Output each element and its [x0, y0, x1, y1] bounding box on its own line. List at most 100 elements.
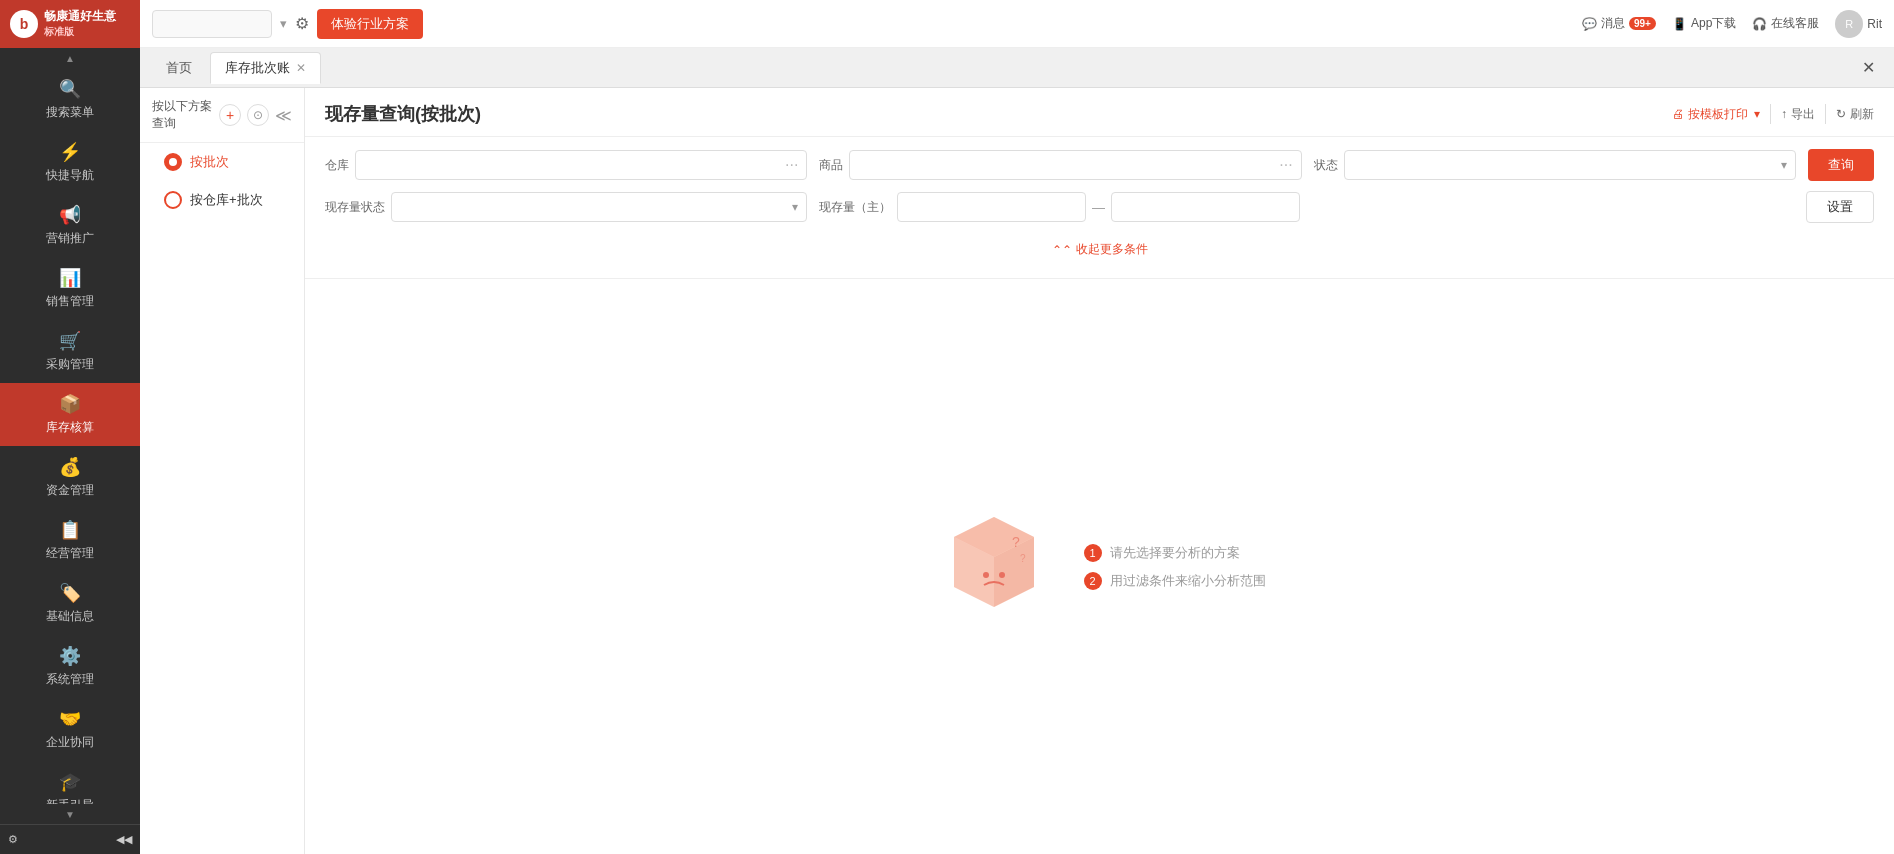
product-input[interactable]: [858, 158, 1279, 172]
export-label: 导出: [1791, 106, 1815, 123]
scheme-item-batch[interactable]: 按批次: [140, 143, 304, 181]
message-icon: 💬: [1582, 17, 1597, 31]
basic-info-icon: 🏷️: [59, 582, 81, 604]
scheme-settings-btn[interactable]: ⊙: [247, 104, 269, 126]
product-input-wrap[interactable]: ···: [849, 150, 1301, 180]
tab-inventory-batch[interactable]: 库存批次账 ✕: [210, 52, 321, 84]
scheme-item-label: 按批次: [190, 153, 229, 171]
collapse-left-panel-btn[interactable]: ≪: [275, 106, 292, 125]
tab-home-label: 首页: [166, 59, 192, 77]
topbar-actions: 💬 消息 99+ 📱 App下载 🎧 在线客服 R Rit: [1582, 10, 1882, 38]
sidebar-item-quick-nav[interactable]: ⚡ 快捷导航: [0, 131, 140, 194]
sidebar-item-label: 库存核算: [46, 419, 94, 436]
sidebar-settings-btn[interactable]: ⚙: [8, 833, 18, 846]
refresh-btn[interactable]: ↻ 刷新: [1836, 106, 1874, 123]
sidebar-item-label: 经营管理: [46, 545, 94, 562]
scroll-down-arrow[interactable]: ▼: [60, 806, 80, 822]
topbar-chevron-icon[interactable]: ▾: [280, 16, 287, 31]
status-select[interactable]: ▾: [1344, 150, 1796, 180]
sidebar-item-sales[interactable]: 📊 销售管理: [0, 257, 140, 320]
tab-home[interactable]: 首页: [152, 52, 206, 84]
tip-text-2: 用过滤条件来缩小分析范围: [1110, 572, 1266, 590]
left-panel-title: 按以下方案查询: [152, 98, 219, 132]
scheme-item-circle2: [164, 191, 182, 209]
warehouse-input[interactable]: [364, 158, 785, 172]
operations-icon: 📋: [59, 519, 81, 541]
guide-icon: 🎓: [59, 771, 81, 793]
right-panel: 现存量查询(按批次) 🖨 按模板打印 ▾ ↑ 导出 ↻ 刷: [305, 88, 1894, 854]
empty-tips: 1 请先选择要分析的方案 2 用过滤条件来缩小分析范围: [1084, 544, 1266, 590]
warehouse-input-wrap[interactable]: ···: [355, 150, 807, 180]
scheme-item-warehouse-batch[interactable]: 按仓库+批次: [140, 181, 304, 219]
app-download-btn[interactable]: 📱 App下载: [1672, 15, 1736, 32]
empty-illustration: ? ?: [934, 507, 1054, 627]
app-logo: b: [10, 10, 38, 38]
status-filter-label: 状态: [1314, 157, 1338, 174]
online-service-label: 在线客服: [1771, 15, 1819, 32]
divider-1: [1770, 104, 1771, 124]
print-btn[interactable]: 🖨 按模板打印 ▾: [1672, 106, 1760, 123]
inventory-amount-to-input[interactable]: [1111, 192, 1300, 222]
query-btn[interactable]: 查询: [1808, 149, 1874, 181]
sidebar-scroll-down[interactable]: ▼: [0, 804, 140, 824]
sidebar-collapse-btn[interactable]: ◀◀: [116, 833, 132, 846]
sidebar-item-label: 快捷导航: [46, 167, 94, 184]
sidebar-item-inventory[interactable]: 📦 库存核算: [0, 383, 140, 446]
product-more-icon[interactable]: ···: [1279, 156, 1292, 174]
inventory-status-select[interactable]: ▾: [391, 192, 807, 222]
message-badge: 99+: [1629, 17, 1656, 30]
collapse-more-btn[interactable]: ⌃⌃ 收起更多条件: [325, 233, 1874, 266]
tab-panel-close-btn[interactable]: ✕: [1854, 54, 1882, 82]
message-btn[interactable]: 💬 消息 99+: [1582, 15, 1656, 32]
sidebar-scroll: 🔍 搜索菜单 ⚡ 快捷导航 📢 营销推广 📊 销售管理 🛒 采购管理 📦 库存核…: [0, 68, 140, 804]
sidebar-item-label: 销售管理: [46, 293, 94, 310]
filter-product: 商品 ···: [819, 150, 1301, 180]
filter-inventory-status: 现存量状态 ▾: [325, 192, 807, 222]
sidebar-item-marketing[interactable]: 📢 营销推广: [0, 194, 140, 257]
user-avatar: R: [1835, 10, 1863, 38]
enterprise-icon: 🤝: [59, 708, 81, 730]
svg-text:?: ?: [1020, 553, 1026, 564]
scheme-item-label2: 按仓库+批次: [190, 191, 263, 209]
add-scheme-btn[interactable]: +: [219, 104, 241, 126]
svg-text:?: ?: [1012, 534, 1020, 550]
scroll-up-arrow[interactable]: ▲: [60, 50, 80, 66]
online-service-btn[interactable]: 🎧 在线客服: [1752, 15, 1819, 32]
topbar-gear-icon[interactable]: ⚙: [295, 14, 309, 33]
sidebar-item-purchase[interactable]: 🛒 采购管理: [0, 320, 140, 383]
inventory-amount-from-input[interactable]: [897, 192, 1086, 222]
sidebar-item-label: 资金管理: [46, 482, 94, 499]
print-chevron-icon[interactable]: ▾: [1754, 107, 1760, 121]
sidebar-scroll-up[interactable]: ▲: [0, 48, 140, 68]
sidebar-item-search[interactable]: 🔍 搜索菜单: [0, 68, 140, 131]
refresh-label: 刷新: [1850, 106, 1874, 123]
tip-text-1: 请先选择要分析的方案: [1110, 544, 1240, 562]
sidebar-item-system[interactable]: ⚙️ 系统管理: [0, 635, 140, 698]
sidebar-item-label: 营销推广: [46, 230, 94, 247]
quick-nav-icon: ⚡: [59, 141, 81, 163]
settings-btn[interactable]: 设置: [1806, 191, 1874, 223]
empty-tip-1: 1 请先选择要分析的方案: [1084, 544, 1266, 562]
sidebar-item-label: 搜索菜单: [46, 104, 94, 121]
left-panel-header: 按以下方案查询 + ⊙ ≪: [140, 88, 304, 143]
tab-close-icon[interactable]: ✕: [296, 61, 306, 75]
warehouse-more-icon[interactable]: ···: [785, 156, 798, 174]
app-download-icon: 📱: [1672, 17, 1687, 31]
sidebar-item-label: 企业协同: [46, 734, 94, 751]
inventory-icon: 📦: [59, 393, 81, 415]
sidebar-item-basic-info[interactable]: 🏷️ 基础信息: [0, 572, 140, 635]
topbar-search-input[interactable]: [152, 10, 272, 38]
trial-btn[interactable]: 体验行业方案: [317, 9, 423, 39]
inventory-amount-label: 现存量（主）: [819, 199, 891, 216]
sales-icon: 📊: [59, 267, 81, 289]
collapse-arrow-up-icon: ⌃⌃: [1052, 243, 1072, 257]
export-icon: ↑: [1781, 107, 1787, 121]
sidebar-item-finance[interactable]: 💰 资金管理: [0, 446, 140, 509]
collapse-label: 收起更多条件: [1076, 241, 1148, 258]
export-btn[interactable]: ↑ 导出: [1781, 106, 1815, 123]
sidebar-item-guide[interactable]: 🎓 新手引导: [0, 761, 140, 804]
sidebar-item-operations[interactable]: 📋 经营管理: [0, 509, 140, 572]
sidebar-item-enterprise[interactable]: 🤝 企业协同: [0, 698, 140, 761]
left-panel: 按以下方案查询 + ⊙ ≪ 按批次 按仓库+批次: [140, 88, 305, 854]
user-area[interactable]: R Rit: [1835, 10, 1882, 38]
